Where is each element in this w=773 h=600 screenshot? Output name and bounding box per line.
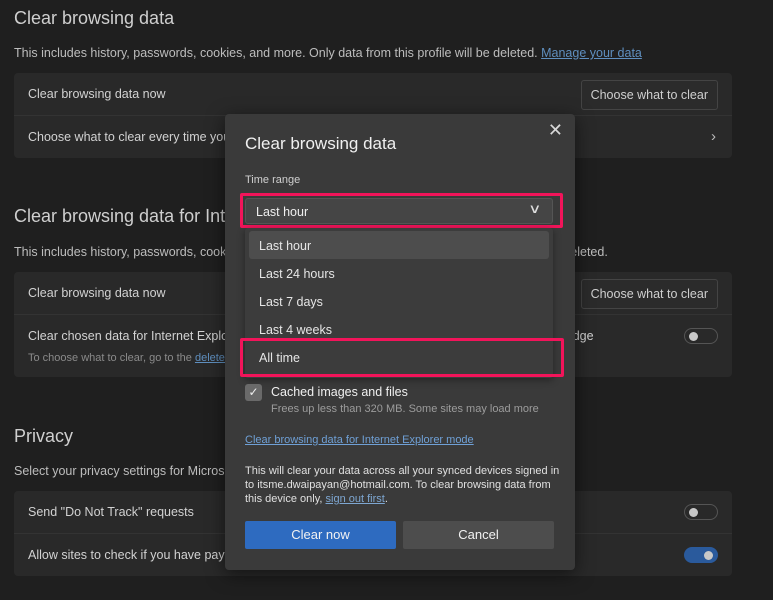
cached-images-description: Frees up less than 320 MB. Some sites ma… (271, 403, 539, 415)
option-label: Last 7 days (259, 295, 323, 309)
ie-clear-on-quit-toggle[interactable] (684, 328, 718, 344)
manage-your-data-link[interactable]: Manage your data (541, 46, 642, 60)
row-label: Clear browsing data now (28, 87, 166, 101)
description-text: This includes history, passwords, cookie… (14, 46, 538, 60)
row-label: Clear browsing data now (28, 286, 166, 300)
sync-notice: This will clear your data across all you… (245, 464, 565, 506)
notice-end: . (384, 493, 388, 505)
cached-images-checkbox[interactable]: ✓ (245, 384, 262, 401)
payment-methods-toggle[interactable] (684, 547, 718, 563)
choose-what-to-clear-button[interactable]: Choose what to clear (580, 80, 718, 110)
cancel-button[interactable]: Cancel (403, 521, 554, 549)
option-label: Last hour (259, 239, 312, 253)
time-range-dropdown: Last hour Last 24 hours Last 7 days Last… (245, 228, 553, 378)
clear-now-row: Clear browsing data now Choose what to c… (14, 73, 732, 116)
option-last-7-days[interactable]: Last 7 days (249, 287, 549, 315)
section-title-privacy: Privacy (14, 426, 74, 446)
option-last-hour[interactable]: Last hour (249, 231, 549, 259)
clear-now-button[interactable]: Clear now (245, 521, 396, 549)
notice-text: This will clear your data across all you… (245, 465, 560, 505)
option-label: All time (259, 351, 300, 365)
close-icon[interactable]: ✕ (548, 120, 563, 141)
chevron-down-icon: ∨ (528, 201, 542, 216)
sign-out-first-link[interactable]: sign out first (326, 493, 385, 505)
ie-choose-what-to-clear-button[interactable]: Choose what to clear (580, 279, 718, 309)
do-not-track-toggle[interactable] (684, 504, 718, 520)
toggle-knob (704, 551, 713, 560)
row-label: Send "Do Not Track" requests (28, 505, 194, 519)
section-title-clear-browsing-data: Clear browsing data (14, 8, 175, 28)
cached-images-label: Cached images and files (271, 385, 408, 399)
chevron-right-icon: › (711, 128, 716, 145)
time-range-select[interactable]: Last hour ∨ (245, 198, 553, 224)
option-last-24-hours[interactable]: Last 24 hours (249, 259, 549, 287)
toggle-knob (689, 332, 698, 341)
option-label: Last 24 hours (259, 267, 335, 281)
dialog-title: Clear browsing data (245, 134, 397, 153)
sub-text: To choose what to clear, go to the (28, 352, 195, 364)
option-label: Last 4 weeks (259, 323, 332, 337)
ie-mode-clear-link[interactable]: Clear browsing data for Internet Explore… (245, 434, 474, 446)
toggle-knob (689, 508, 698, 517)
selected-range: Last hour (256, 205, 309, 219)
option-all-time[interactable]: All time (249, 343, 549, 371)
option-last-4-weeks[interactable]: Last 4 weeks (249, 315, 549, 343)
time-range-label: Time range (245, 174, 301, 186)
section-description: This includes history, passwords, cookie… (14, 46, 642, 60)
clear-browsing-data-dialog: Clear browsing data ✕ Time range Last ho… (225, 114, 575, 570)
